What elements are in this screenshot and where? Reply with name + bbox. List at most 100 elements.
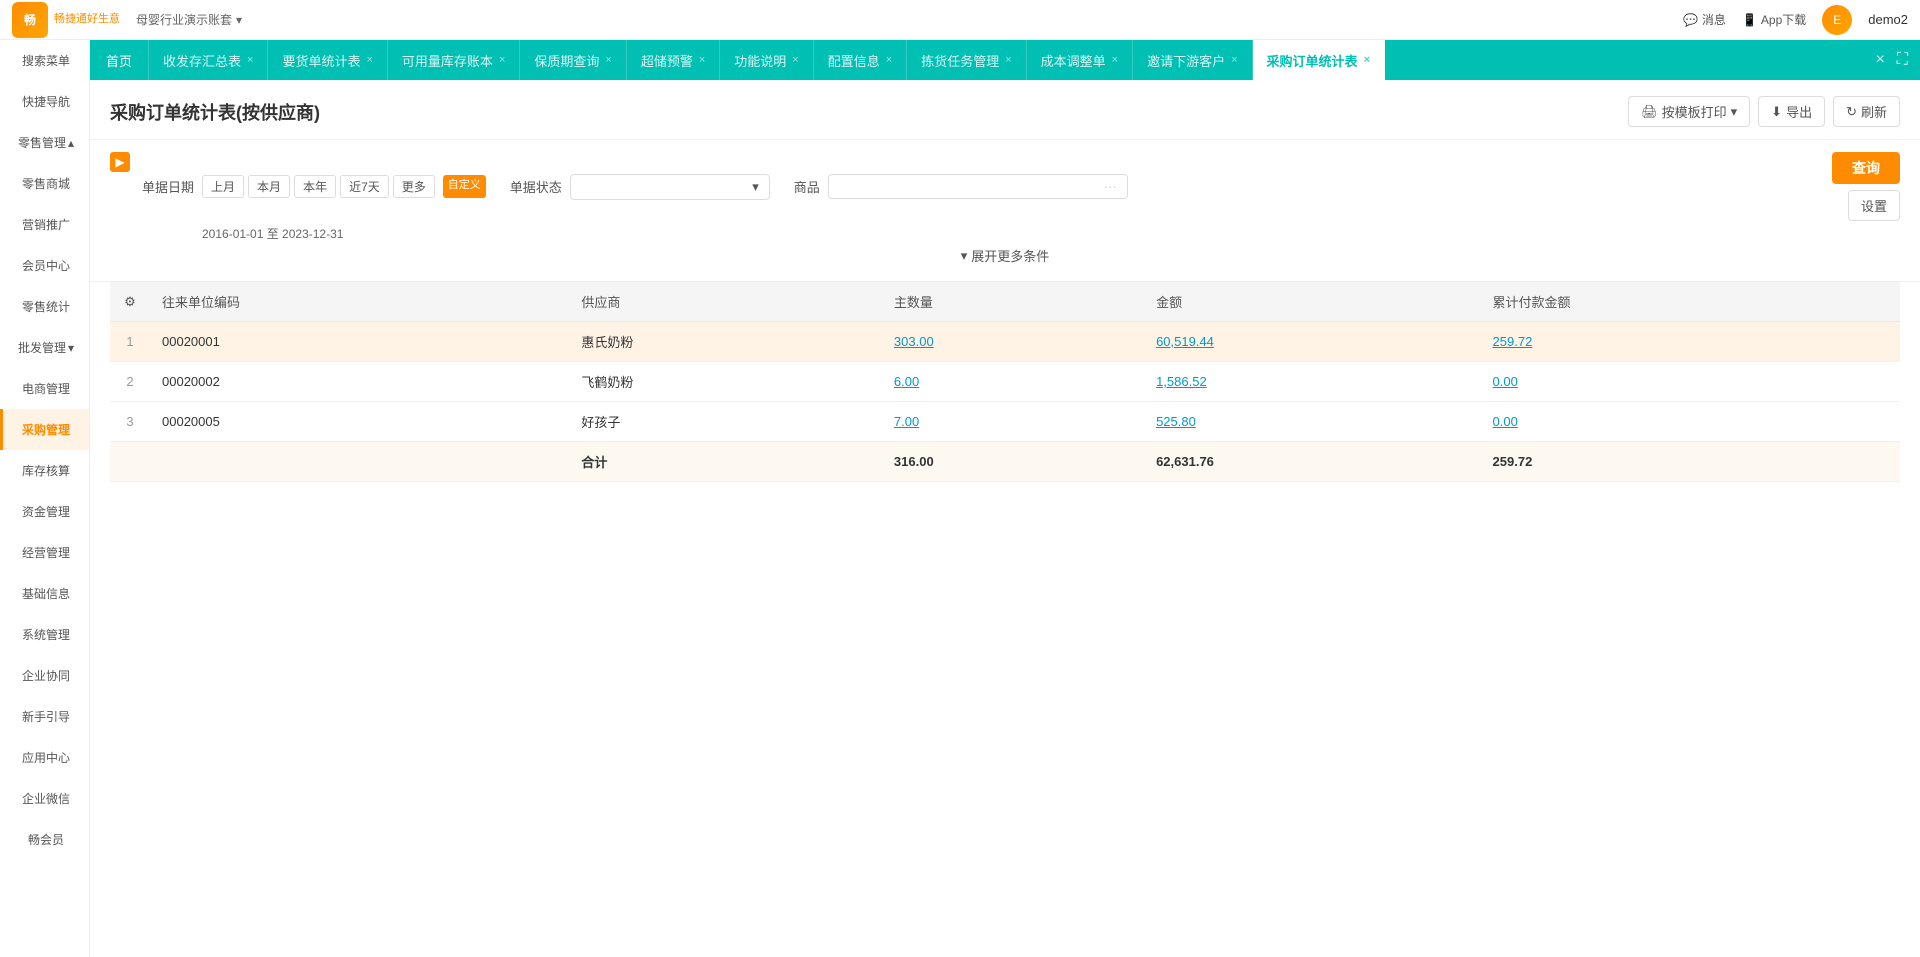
qty-link[interactable]: 303.00 xyxy=(894,334,934,349)
tab-close-icon[interactable]: × xyxy=(247,54,253,66)
expand-filters-button[interactable]: ▾ 展开更多条件 xyxy=(961,246,1050,265)
paid-link[interactable]: 259.72 xyxy=(1493,334,1533,349)
tab-label: 配置信息 xyxy=(828,51,880,70)
message-button[interactable]: 💬 消息 xyxy=(1683,11,1726,28)
qty-link[interactable]: 7.00 xyxy=(894,414,919,429)
message-label: 消息 xyxy=(1702,11,1726,28)
table-settings-header[interactable]: ⚙ xyxy=(110,282,150,322)
sidebar-item-retail-shop[interactable]: 零售商城 xyxy=(0,163,89,204)
amount-link[interactable]: 525.80 xyxy=(1156,414,1196,429)
filter-area: ▶ 单据日期 上月 本月 本年 近7天 更多 xyxy=(90,140,1920,282)
tab-function-desc[interactable]: 功能说明 × xyxy=(720,40,813,80)
tab-close-icon[interactable]: × xyxy=(699,54,705,66)
sidebar-item-marketing[interactable]: 营销推广 xyxy=(0,204,89,245)
sidebar-item-newbie[interactable]: 新手引导 xyxy=(0,696,89,737)
sidebar-item-retail-mgmt[interactable]: 零售管理 ▴ xyxy=(0,122,89,163)
settings-button[interactable]: 设置 xyxy=(1848,190,1900,221)
col-supplier: 供应商 xyxy=(569,282,882,322)
tab-close-icon[interactable]: × xyxy=(792,54,798,66)
date-last-month-button[interactable]: 上月 xyxy=(202,175,244,198)
refresh-button[interactable]: ↻ 刷新 xyxy=(1833,96,1900,127)
tab-home-label: 首页 xyxy=(106,51,132,70)
sidebar-item-member-card[interactable]: 畅会员 xyxy=(0,819,89,860)
date-more-button[interactable]: 更多 xyxy=(393,175,435,198)
footer-label: 合计 xyxy=(569,442,882,482)
tab-close-icon[interactable]: × xyxy=(1364,54,1370,66)
tab-close-icon[interactable]: × xyxy=(1005,54,1011,66)
export-button[interactable]: ⬇ 导出 xyxy=(1758,96,1825,127)
paid-link[interactable]: 0.00 xyxy=(1493,374,1518,389)
download-icon: 📱 xyxy=(1742,13,1757,27)
print-arrow-icon: ▾ xyxy=(1731,104,1738,120)
tab-label: 超储预警 xyxy=(641,51,693,70)
sidebar-item-label: 经营管理 xyxy=(11,544,81,561)
tab-home[interactable]: 首页 xyxy=(90,40,149,80)
status-select[interactable]: ▾ xyxy=(570,174,770,200)
sidebar-item-label: 零售统计 xyxy=(11,298,81,315)
print-button[interactable]: 🖨 按模板打印 ▾ xyxy=(1628,96,1750,127)
tab-close-icon[interactable]: × xyxy=(1231,54,1237,66)
row-index: 1 xyxy=(110,322,150,362)
top-bar-left: 畅 畅捷通好生意 母婴行业演示账套 ▾ xyxy=(12,2,250,38)
sidebar-item-system[interactable]: 系统管理 xyxy=(0,614,89,655)
maximize-button[interactable]: ⛶ xyxy=(1893,47,1912,73)
footer-empty-2 xyxy=(150,442,569,482)
paid-link[interactable]: 0.00 xyxy=(1493,414,1518,429)
tab-requisition-stats[interactable]: 要货单统计表 × xyxy=(268,40,387,80)
sidebar-item-operations[interactable]: 经营管理 xyxy=(0,532,89,573)
qty-link[interactable]: 6.00 xyxy=(894,374,919,389)
close-all-tabs-button[interactable]: × xyxy=(1871,47,1888,73)
data-table: ⚙ 往来单位编码 供应商 主数量 金额 累计付款金额 1 00020001 惠氏 xyxy=(110,282,1900,482)
avatar[interactable]: E xyxy=(1822,5,1852,35)
tab-close-icon[interactable]: × xyxy=(366,54,372,66)
query-button[interactable]: 查询 xyxy=(1832,152,1900,184)
sidebar-item-wholesale[interactable]: 批发管理 ▾ xyxy=(0,327,89,368)
table-row: 3 00020005 好孩子 7.00 525.80 0.00 xyxy=(110,402,1900,442)
tab-available-inventory[interactable]: 可用量库存账本 × xyxy=(388,40,520,80)
sidebar-item-quicknav[interactable]: 快捷导航 xyxy=(0,81,89,122)
export-label: 导出 xyxy=(1786,102,1812,121)
sidebar-item-inventory[interactable]: 库存核算 xyxy=(0,450,89,491)
sidebar-item-enterprise-collab[interactable]: 企业协同 xyxy=(0,655,89,696)
filter-collapse-button[interactable]: ▶ xyxy=(110,152,130,172)
user-name[interactable]: demo2 xyxy=(1868,12,1908,27)
app-download-button[interactable]: 📱 App下载 xyxy=(1742,11,1806,28)
amount-link[interactable]: 60,519.44 xyxy=(1156,334,1214,349)
tab-purchase-order-stats[interactable]: 采购订单统计表 × xyxy=(1253,40,1385,80)
refresh-icon: ↻ xyxy=(1846,104,1857,120)
tab-cost-adjustment[interactable]: 成本调整单 × xyxy=(1027,40,1133,80)
tab-close-icon[interactable]: × xyxy=(605,54,611,66)
tab-pick-task[interactable]: 拣货任务管理 × xyxy=(907,40,1026,80)
row-qty: 7.00 xyxy=(882,402,1144,442)
tab-shelf-life[interactable]: 保质期查询 × xyxy=(520,40,626,80)
goods-input[interactable]: ··· xyxy=(828,174,1128,199)
print-label: 按模板打印 xyxy=(1662,102,1727,121)
amount-link[interactable]: 1,586.52 xyxy=(1156,374,1207,389)
sidebar-item-ecommerce[interactable]: 电商管理 xyxy=(0,368,89,409)
table-footer-row: 合计 316.00 62,631.76 259.72 xyxy=(110,442,1900,482)
workspace-name: 母婴行业演示账套 xyxy=(136,11,232,28)
tab-stock-summary[interactable]: 收发存汇总表 × xyxy=(149,40,268,80)
tab-overstock-warning[interactable]: 超储预警 × xyxy=(627,40,720,80)
sidebar-item-enterprise-wechat[interactable]: 企业微信 xyxy=(0,778,89,819)
date-this-month-button[interactable]: 本月 xyxy=(248,175,290,198)
sidebar-item-retail-stats[interactable]: 零售统计 xyxy=(0,286,89,327)
sidebar-item-finance[interactable]: 资金管理 xyxy=(0,491,89,532)
sidebar-item-search[interactable]: 搜索菜单 xyxy=(0,40,89,81)
tab-close-icon[interactable]: × xyxy=(1112,54,1118,66)
sidebar-item-purchase[interactable]: 采购管理 xyxy=(0,409,89,450)
tab-close-icon[interactable]: × xyxy=(886,54,892,66)
tab-close-icon[interactable]: × xyxy=(499,54,505,66)
tab-config-info[interactable]: 配置信息 × xyxy=(814,40,907,80)
sidebar-item-label: 电商管理 xyxy=(11,380,81,397)
row-qty: 303.00 xyxy=(882,322,1144,362)
sidebar-item-app-center[interactable]: 应用中心 xyxy=(0,737,89,778)
workspace-selector[interactable]: 母婴行业演示账套 ▾ xyxy=(128,7,250,32)
sidebar-item-member[interactable]: 会员中心 xyxy=(0,245,89,286)
date-this-year-button[interactable]: 本年 xyxy=(294,175,336,198)
sidebar-item-basic-info[interactable]: 基础信息 xyxy=(0,573,89,614)
tab-invite-downstream[interactable]: 邀请下游客户 × xyxy=(1133,40,1252,80)
date-7days-button[interactable]: 近7天 xyxy=(340,175,389,198)
print-icon: 🖨 xyxy=(1641,104,1658,120)
tab-label: 功能说明 xyxy=(734,51,786,70)
